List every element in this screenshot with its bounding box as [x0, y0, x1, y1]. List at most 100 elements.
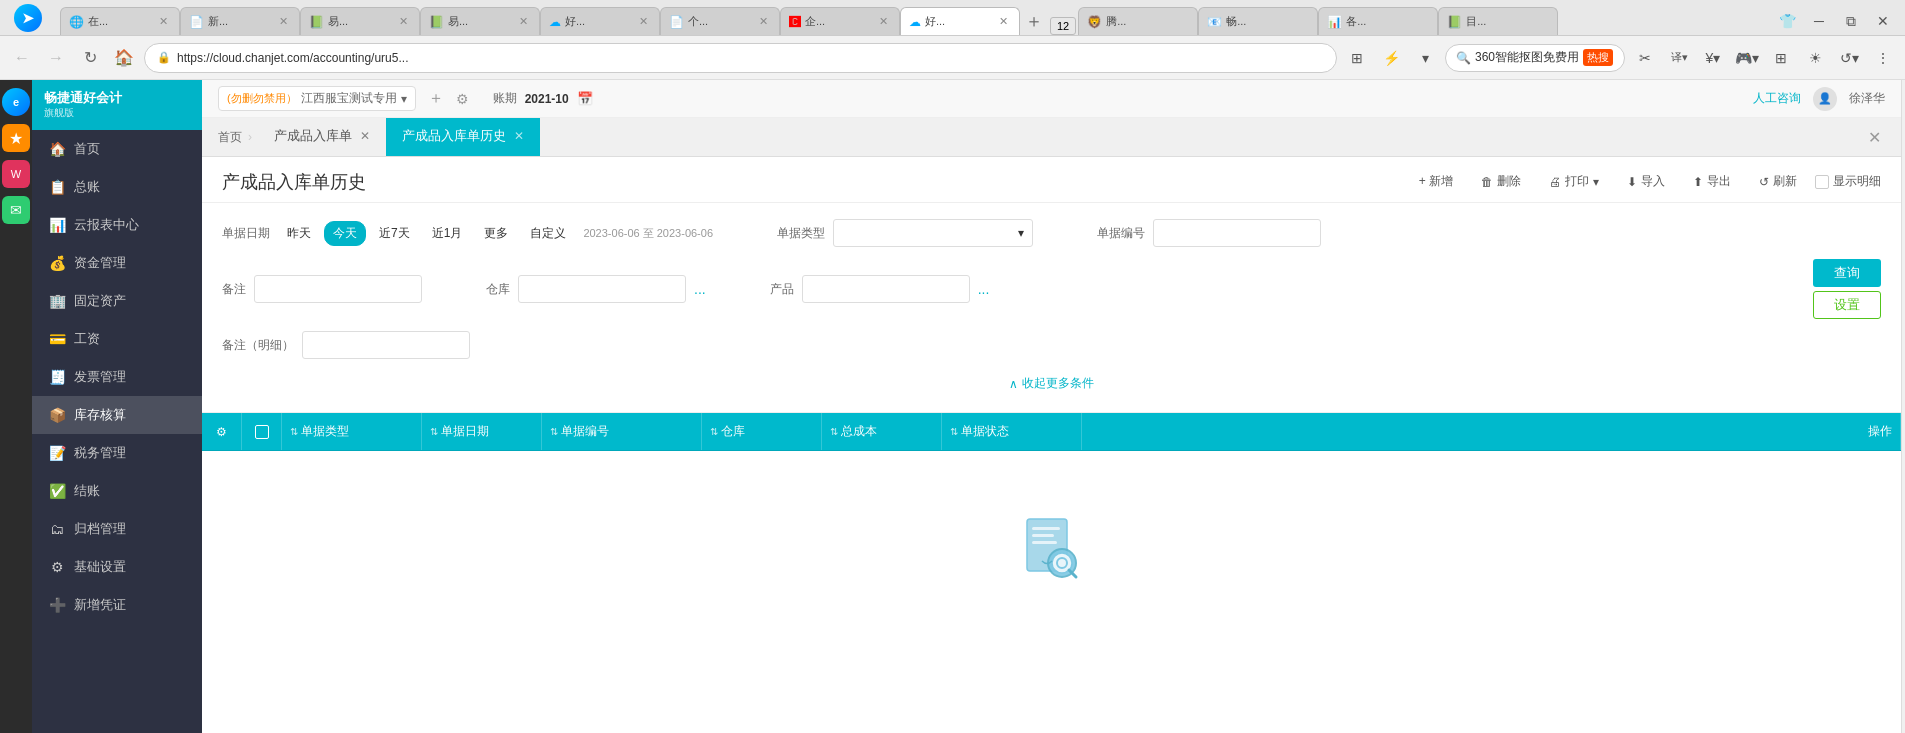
tab-tab1[interactable]: 🌐 在... ✕ [60, 7, 180, 35]
date-btn-1month[interactable]: 近1月 [423, 221, 472, 246]
translate-icon[interactable]: 译▾ [1665, 44, 1693, 72]
home-button[interactable]: 🏠 [110, 44, 138, 72]
warehouse-input[interactable] [518, 275, 686, 303]
note-input[interactable] [254, 275, 422, 303]
tab-close-icon[interactable]: ✕ [996, 14, 1011, 29]
app-icon-mail[interactable]: ✉ [2, 196, 30, 224]
forward-button[interactable]: → [42, 44, 70, 72]
note-detail-input[interactable] [302, 331, 470, 359]
yen-icon[interactable]: ¥▾ [1699, 44, 1727, 72]
refresh-button[interactable]: ↺ 刷新 [1749, 169, 1807, 194]
sidebar-item-invoice[interactable]: 🧾 发票管理 [32, 358, 202, 396]
page-close-btn[interactable]: ✕ [1864, 128, 1885, 147]
app-icon-360[interactable]: e [2, 88, 30, 116]
tab-count[interactable]: 12 [1050, 17, 1076, 35]
tab-close-icon[interactable]: ✕ [156, 14, 171, 29]
th-status[interactable]: ⇅ 单据状态 [942, 413, 1082, 450]
restore-button[interactable]: ⧉ [1837, 7, 1865, 35]
sidebar-item-ledger[interactable]: 📋 总账 [32, 168, 202, 206]
tab-tab8[interactable]: ☁ 好... ✕ [900, 7, 1020, 35]
th-date[interactable]: ⇅ 单据日期 [422, 413, 542, 450]
tab-tab6[interactable]: 📄 个... ✕ [660, 7, 780, 35]
th-type[interactable]: ⇅ 单据类型 [282, 413, 422, 450]
show-detail-check[interactable] [1815, 175, 1829, 189]
product-input[interactable] [802, 275, 970, 303]
tab-history-close[interactable]: ✕ [514, 129, 524, 143]
apps-icon[interactable]: ⊞ [1767, 44, 1795, 72]
th-warehouse[interactable]: ⇅ 仓库 [702, 413, 822, 450]
tab-close-icon[interactable]: ✕ [276, 14, 291, 29]
tab-close-icon[interactable]: ✕ [516, 14, 531, 29]
sidebar-item-inventory[interactable]: 📦 库存核算 [32, 396, 202, 434]
tab-tab10[interactable]: 📧 畅... [1198, 7, 1318, 35]
date-btn-custom[interactable]: 自定义 [521, 221, 575, 246]
sidebar-item-fixed[interactable]: 🏢 固定资产 [32, 282, 202, 320]
more-icon[interactable]: ⋮ [1869, 44, 1897, 72]
scissors-icon[interactable]: ✂ [1631, 44, 1659, 72]
tab-tab3[interactable]: 📗 易... ✕ [300, 7, 420, 35]
app-icon-orange[interactable]: ★ [2, 124, 30, 152]
sidebar-item-funds[interactable]: 💰 资金管理 [32, 244, 202, 282]
query-button[interactable]: 查询 [1813, 259, 1881, 287]
import-button[interactable]: ⬇ 导入 [1617, 169, 1675, 194]
org-settings-icon[interactable]: ⚙ [456, 91, 469, 107]
export-button[interactable]: ⬆ 导出 [1683, 169, 1741, 194]
tab-tab7[interactable]: 🅲 企... ✕ [780, 7, 900, 35]
th-cost[interactable]: ⇅ 总成本 [822, 413, 942, 450]
settings-button[interactable]: 设置 [1813, 291, 1881, 319]
shirt-icon[interactable]: 👕 [1773, 7, 1801, 35]
th-no[interactable]: ⇅ 单据编号 [542, 413, 702, 450]
menu-icon[interactable]: ▾ [1411, 44, 1439, 72]
tab-tab12[interactable]: 📗 目... [1438, 7, 1558, 35]
collapse-btn[interactable]: ∧ 收起更多条件 [222, 371, 1881, 396]
sidebar-item-archive[interactable]: 🗂 归档管理 [32, 510, 202, 548]
tab-tab5[interactable]: ☁ 好... ✕ [540, 7, 660, 35]
back-button[interactable]: ← [8, 44, 36, 72]
date-btn-yesterday[interactable]: 昨天 [278, 221, 320, 246]
content-tab-history[interactable]: 产成品入库单历史 ✕ [386, 118, 540, 156]
sidebar-item-tax[interactable]: 📝 税务管理 [32, 434, 202, 472]
sidebar-item-settlement[interactable]: ✅ 结账 [32, 472, 202, 510]
th-checkbox[interactable] [242, 413, 282, 450]
print-button[interactable]: 🖨 打印 ▾ [1539, 169, 1609, 194]
content-tab-list[interactable]: 产成品入库单 ✕ [258, 118, 386, 156]
sidebar-item-basic[interactable]: ⚙ 基础设置 [32, 548, 202, 586]
type-select[interactable]: ▾ [833, 219, 1033, 247]
tab-new[interactable]: ＋ [1020, 7, 1048, 35]
address-input[interactable]: 🔒 https://cloud.chanjet.com/accounting/u… [144, 43, 1337, 73]
period-calendar-icon[interactable]: 📅 [577, 91, 593, 106]
tab-tab4[interactable]: 📗 易... ✕ [420, 7, 540, 35]
org-selector[interactable]: (勿删勿禁用） 江西服宝测试专用 ▾ [218, 86, 416, 111]
search-bar[interactable]: 🔍 360智能抠图免费用 热搜 [1445, 44, 1625, 72]
add-button[interactable]: + 新增 [1409, 169, 1463, 194]
show-detail-checkbox[interactable]: 显示明细 [1815, 173, 1881, 190]
no-input[interactable] [1153, 219, 1321, 247]
tab-tab2[interactable]: 📄 新... ✕ [180, 7, 300, 35]
tab-tab9[interactable]: 🦁 腾... [1078, 7, 1198, 35]
add-org-btn[interactable]: ＋ [428, 88, 444, 109]
warehouse-more-btn[interactable]: ... [694, 281, 706, 297]
close-button[interactable]: ✕ [1869, 7, 1897, 35]
reload-button[interactable]: ↻ [76, 44, 104, 72]
breadcrumb-home[interactable]: 首页 [218, 119, 242, 156]
tab-close-icon[interactable]: ✕ [636, 14, 651, 29]
tab-close-icon[interactable]: ✕ [396, 14, 411, 29]
undo-icon[interactable]: ↺▾ [1835, 44, 1863, 72]
tab-list-close[interactable]: ✕ [360, 129, 370, 143]
tab-tab11[interactable]: 📊 各... [1318, 7, 1438, 35]
user-avatar[interactable]: 👤 [1813, 87, 1837, 111]
lightning-icon[interactable]: ⚡ [1377, 44, 1405, 72]
sidebar-item-reports[interactable]: 📊 云报表中心 [32, 206, 202, 244]
sidebar-item-voucher-new[interactable]: ➕ 新增凭证 [32, 586, 202, 624]
sidebar-item-payroll[interactable]: 💳 工资 [32, 320, 202, 358]
tab-close-icon[interactable]: ✕ [876, 14, 891, 29]
minimize-button[interactable]: ─ [1805, 7, 1833, 35]
date-btn-more[interactable]: 更多 [475, 221, 517, 246]
gamepad-icon[interactable]: 🎮▾ [1733, 44, 1761, 72]
tab-close-icon[interactable]: ✕ [756, 14, 771, 29]
brightness-icon[interactable]: ☀ [1801, 44, 1829, 72]
delete-button[interactable]: 🗑 🗑 删除 删除 [1471, 169, 1531, 194]
th-settings[interactable]: ⚙ [202, 413, 242, 450]
user-service[interactable]: 人工咨询 [1753, 90, 1801, 107]
date-btn-today[interactable]: 今天 [324, 221, 366, 246]
